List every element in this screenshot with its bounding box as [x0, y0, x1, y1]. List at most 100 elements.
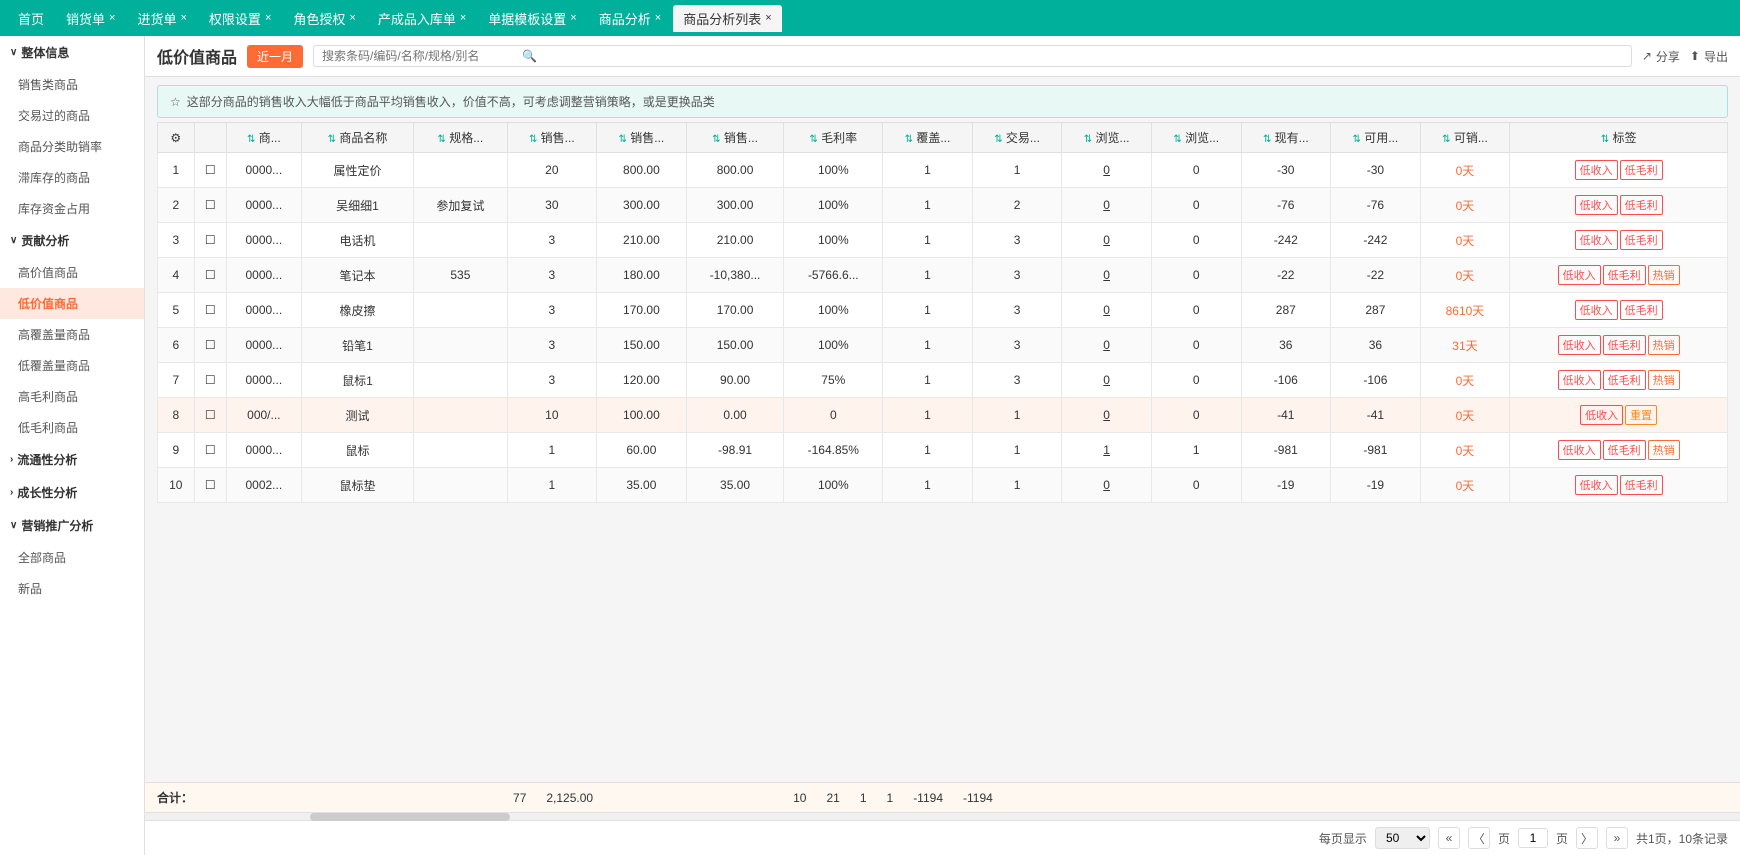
col-header-coverage[interactable]: ⇅ 覆盖... [883, 123, 973, 153]
tag-低毛利: 低毛利 [1620, 160, 1663, 180]
nav-item-销货单[interactable]: 销货单 × [56, 5, 125, 32]
scrollbar-thumb[interactable] [310, 813, 510, 821]
search-input[interactable] [322, 49, 522, 63]
sidebar-item-交易过的商品[interactable]: 交易过的商品 [0, 100, 144, 131]
col-header-name[interactable]: ⇅ 商品名称 [301, 123, 413, 153]
row-checkbox[interactable]: ☐ [194, 258, 226, 293]
col-header-current_stock[interactable]: ⇅ 现有... [1241, 123, 1331, 153]
sidebar-item-全部商品[interactable]: 全部商品 [0, 542, 144, 573]
sort-icon-tags[interactable]: ⇅ [1601, 134, 1609, 145]
nav-close-icon[interactable]: × [570, 12, 576, 24]
sort-icon-name[interactable]: ⇅ [328, 134, 336, 145]
share-button[interactable]: ↗ 分享 [1642, 48, 1680, 65]
col-header-code[interactable]: ⇅ 商... [226, 123, 301, 153]
col-header-available[interactable]: ⇅ 可用... [1331, 123, 1421, 153]
scrollbar-area[interactable] [145, 812, 1740, 820]
nav-item-进货单[interactable]: 进货单 × [127, 5, 196, 32]
search-icon[interactable]: 🔍 [522, 49, 537, 63]
nav-item-首页[interactable]: 首页 [8, 5, 54, 32]
sidebar-group-营销推广分析[interactable]: ∨ 营销推广分析 [0, 509, 144, 542]
sort-icon-sales_qty[interactable]: ⇅ [529, 134, 537, 145]
row-checkbox[interactable]: ☐ [194, 468, 226, 503]
sort-icon-current_stock[interactable]: ⇅ [1263, 134, 1271, 145]
row-checkbox[interactable]: ☐ [194, 153, 226, 188]
col-header-spec[interactable]: ⇅ 规格... [414, 123, 507, 153]
sort-icon-coverage[interactable]: ⇅ [905, 134, 913, 145]
col-header-tags[interactable]: ⇅ 标签 [1510, 123, 1728, 153]
row-checkbox[interactable]: ☐ [194, 188, 226, 223]
sidebar-item-滞库存的商品[interactable]: 滞库存的商品 [0, 162, 144, 193]
nav-close-icon[interactable]: × [460, 12, 466, 24]
col-header-sellable[interactable]: ⇅ 可销... [1420, 123, 1510, 153]
row-tags: 低收入重置 [1510, 398, 1728, 433]
sidebar-group-整体信息[interactable]: ∨ 整体信息 [0, 36, 144, 69]
col-header-sales_amount[interactable]: ⇅ 销售... [597, 123, 687, 153]
col-header-views1[interactable]: ⇅ 浏览... [1062, 123, 1152, 153]
sort-icon-gross_margin[interactable]: ⇅ [809, 134, 817, 145]
nav-close-icon[interactable]: × [265, 12, 271, 24]
row-name: 属性定价 [301, 153, 413, 188]
sort-icon-spec[interactable]: ⇅ [438, 134, 446, 145]
nav-close-icon[interactable]: × [109, 12, 115, 24]
filter-button[interactable]: 近一月 [247, 45, 303, 68]
first-page-button[interactable]: « [1438, 827, 1460, 849]
last-page-button[interactable]: » [1606, 827, 1628, 849]
nav-close-icon[interactable]: × [655, 12, 661, 24]
row-checkbox[interactable]: ☐ [194, 328, 226, 363]
export-button[interactable]: ⬆ 导出 [1690, 48, 1728, 65]
row-transaction: 3 [972, 293, 1062, 328]
row-current-stock: -41 [1241, 398, 1331, 433]
sidebar-item-高覆盖量商品[interactable]: 高覆盖量商品 [0, 319, 144, 350]
row-available: -22 [1331, 258, 1421, 293]
sidebar-item-高价值商品[interactable]: 高价值商品 [0, 257, 144, 288]
sidebar-item-销售类商品[interactable]: 销售类商品 [0, 69, 144, 100]
nav-close-icon[interactable]: × [765, 12, 771, 24]
sort-icon-views1[interactable]: ⇅ [1084, 134, 1092, 145]
nav-item-产成品入库单[interactable]: 产成品入库单 × [368, 5, 476, 32]
row-checkbox[interactable]: ☐ [194, 363, 226, 398]
sidebar-item-低毛利商品[interactable]: 低毛利商品 [0, 412, 144, 443]
sort-icon-code[interactable]: ⇅ [247, 134, 255, 145]
col-header-sales_qty[interactable]: ⇅ 销售... [507, 123, 597, 153]
col-header-transaction[interactable]: ⇅ 交易... [972, 123, 1062, 153]
nav-item-角色授权[interactable]: 角色授权 × [283, 5, 365, 32]
nav-item-单据模板设置[interactable]: 单据模板设置 × [478, 5, 586, 32]
row-num: 2 [158, 188, 195, 223]
next-page-button[interactable]: 〉 [1576, 827, 1598, 849]
sort-icon-available[interactable]: ⇅ [1353, 134, 1361, 145]
sidebar-group-成长性分析[interactable]: › 成长性分析 [0, 476, 144, 509]
sidebar-group-流通性分析[interactable]: › 流通性分析 [0, 443, 144, 476]
row-checkbox[interactable]: ☐ [194, 433, 226, 468]
row-name: 笔记本 [301, 258, 413, 293]
sort-icon-transaction[interactable]: ⇅ [994, 134, 1002, 145]
nav-item-权限设置[interactable]: 权限设置 × [199, 5, 281, 32]
sidebar-item-高毛利商品[interactable]: 高毛利商品 [0, 381, 144, 412]
sort-icon-views2[interactable]: ⇅ [1173, 134, 1181, 145]
row-tags: 低收入低毛利 [1510, 153, 1728, 188]
sidebar-item-低覆盖量商品[interactable]: 低覆盖量商品 [0, 350, 144, 381]
sidebar-group-贡献分析[interactable]: ∨ 贡献分析 [0, 224, 144, 257]
nav-item-商品分析[interactable]: 商品分析 × [589, 5, 671, 32]
nav-close-icon[interactable]: × [180, 12, 186, 24]
sidebar-item-新品[interactable]: 新品 [0, 573, 144, 604]
sidebar-item-库存资金占用[interactable]: 库存资金占用 [0, 193, 144, 224]
sort-icon-sellable[interactable]: ⇅ [1442, 134, 1450, 145]
nav-item-商品分析列表[interactable]: 商品分析列表 × [673, 5, 781, 32]
col-header-gross_margin[interactable]: ⇅ 毛利率 [784, 123, 883, 153]
row-code: 0002... [226, 468, 301, 503]
sort-icon-sales_amount[interactable]: ⇅ [619, 134, 627, 145]
sidebar-item-商品分类助销率[interactable]: 商品分类助销率 [0, 131, 144, 162]
col-header-views2[interactable]: ⇅ 浏览... [1151, 123, 1241, 153]
row-code: 0000... [226, 153, 301, 188]
col-header-sales_price[interactable]: ⇅ 销售... [686, 123, 784, 153]
sort-icon-sales_price[interactable]: ⇅ [712, 134, 720, 145]
sidebar-item-低价值商品[interactable]: 低价值商品 [0, 288, 144, 319]
row-checkbox[interactable]: ☐ [194, 223, 226, 258]
nav-close-icon[interactable]: × [349, 12, 355, 24]
page-number-input[interactable] [1518, 828, 1548, 848]
prev-page-button[interactable]: 〈 [1468, 827, 1490, 849]
table-area[interactable]: ⚙⇅ 商...⇅ 商品名称⇅ 规格...⇅ 销售...⇅ 销售...⇅ 销售..… [145, 122, 1740, 782]
row-checkbox[interactable]: ☐ [194, 293, 226, 328]
per-page-select[interactable]: 50 100 200 [1375, 827, 1430, 849]
row-checkbox[interactable]: ☐ [194, 398, 226, 433]
